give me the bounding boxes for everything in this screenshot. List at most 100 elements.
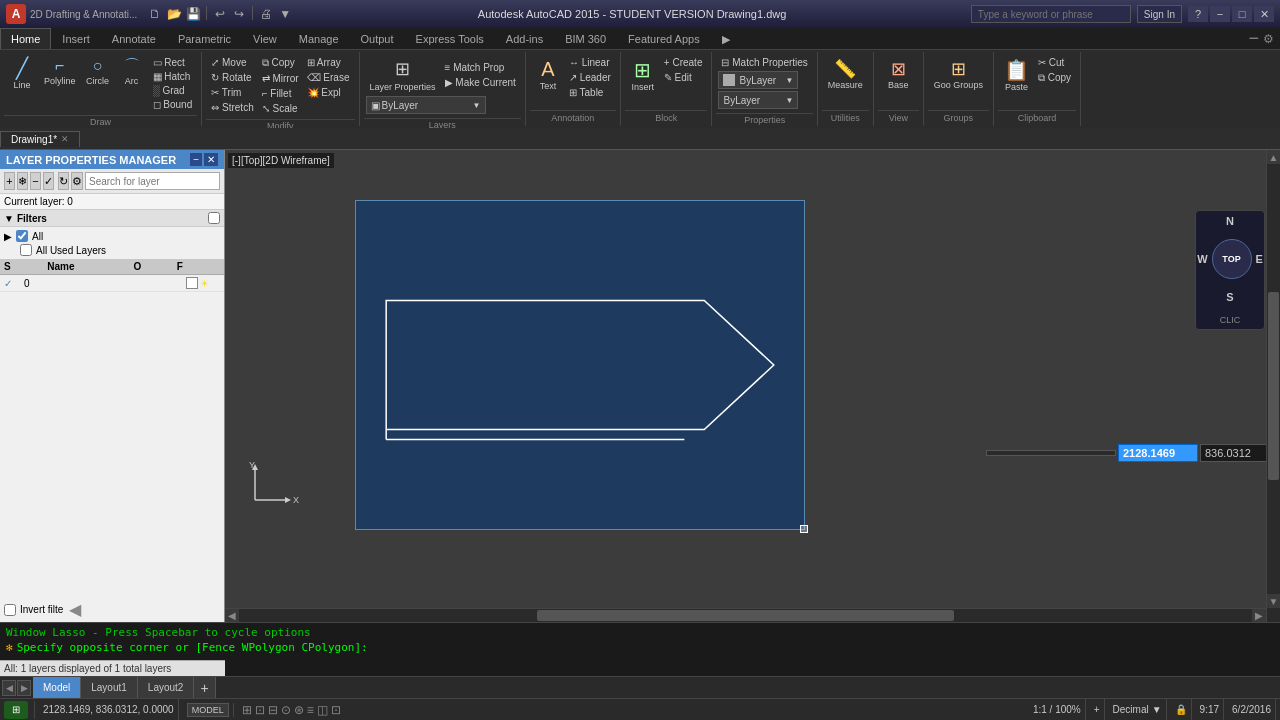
new-frozen-btn[interactable]: ❄ [17, 172, 28, 190]
isolation-icon[interactable]: 🔒 [1171, 699, 1192, 720]
snap-icon[interactable]: ⊞ [242, 703, 252, 717]
copy-clip-button[interactable]: ⧉ Copy [1035, 71, 1074, 85]
leader-button[interactable]: ↗ Leader [566, 71, 614, 84]
ribbon-minimize-icon[interactable]: − [1248, 28, 1259, 49]
set-current-btn[interactable]: ✓ [43, 172, 54, 190]
horizontal-scrollbar[interactable]: ◀ ▶ [225, 608, 1266, 622]
model-btn[interactable]: MODEL [187, 703, 229, 717]
title-search-input[interactable] [971, 5, 1131, 23]
open-icon[interactable]: 📂 [166, 6, 182, 22]
layout-tab-1[interactable]: Layout1 [81, 677, 138, 698]
filters-collapse-icon[interactable]: ▼ [4, 213, 14, 224]
grid-icon[interactable]: ⊡ [255, 703, 265, 717]
plot-icon[interactable]: 🖨 [258, 6, 274, 22]
filter-used-checkbox[interactable] [20, 244, 32, 256]
layer-panel-close[interactable]: ✕ [204, 153, 218, 166]
lineweight-icon[interactable]: ≡ [307, 703, 314, 717]
tab-view[interactable]: View [242, 28, 288, 49]
refresh-btn[interactable]: ↻ [58, 172, 69, 190]
drawing-tab-close[interactable]: ✕ [61, 134, 69, 144]
panel-collapse-btn[interactable]: ◀ [69, 600, 81, 619]
polyline-button[interactable]: ⌐ Polyline [40, 56, 80, 88]
layer-properties-button[interactable]: ⊞ Layer Properties [366, 56, 440, 94]
new-layer-btn[interactable]: + [4, 172, 15, 190]
invert-filter-checkbox[interactable] [4, 604, 16, 616]
tab-manage[interactable]: Manage [288, 28, 350, 49]
compass-toggle-btn[interactable]: CLIC [1220, 315, 1241, 325]
match-properties-button[interactable]: ⊟ Match Properties [718, 56, 810, 69]
tab-addins[interactable]: Add-ins [495, 28, 554, 49]
layout-scroll-left[interactable]: ◀ [2, 680, 16, 696]
explode-button[interactable]: 💥 Expl [304, 86, 353, 99]
mirror-button[interactable]: ⇄ Mirror [259, 72, 302, 85]
arc-button[interactable]: ⌒ Arc [116, 56, 148, 88]
tab-home[interactable]: Home [0, 28, 51, 49]
linetype-dropdown[interactable]: ByLayer ▼ [718, 91, 798, 109]
scroll-down-btn[interactable]: ▼ [1267, 594, 1280, 608]
erase-button[interactable]: ⌫ Erase [304, 71, 353, 84]
dropdown-arrow-icon[interactable]: ▼ [277, 6, 293, 22]
drawing-tab-item[interactable]: Drawing1* ✕ [0, 131, 80, 147]
hatch-button[interactable]: ▦ Hatch [150, 70, 196, 83]
scroll-thumb-h[interactable] [537, 610, 953, 621]
gradient-button[interactable]: ░ Grad [150, 84, 196, 97]
polar-icon[interactable]: ⊙ [281, 703, 291, 717]
text-button[interactable]: A Text [532, 56, 564, 93]
help-button[interactable]: ? [1188, 6, 1208, 22]
selection-icon[interactable]: ⊡ [331, 703, 341, 717]
delete-layer-btn[interactable]: − [30, 172, 41, 190]
scroll-left-btn[interactable]: ◀ [225, 609, 239, 622]
copy-button[interactable]: ⧉ Copy [259, 56, 302, 70]
undo-icon[interactable]: ↩ [212, 6, 228, 22]
move-button[interactable]: ⤢ Move [208, 56, 256, 69]
drawing-area[interactable]: [-][Top][2D Wireframe] 2128.1469 836.031… [225, 150, 1280, 622]
coord-input-1[interactable]: 2128.1469 [1118, 444, 1198, 462]
match-props-button[interactable]: ≡ Match Prop [442, 61, 519, 74]
scroll-thumb-v[interactable] [1268, 292, 1279, 481]
vertical-scrollbar[interactable]: ▲ ▼ [1266, 150, 1280, 622]
tab-parametric[interactable]: Parametric [167, 28, 242, 49]
tab-more[interactable]: ▶ [711, 28, 741, 49]
osnap-icon[interactable]: ⊛ [294, 703, 304, 717]
paste-button[interactable]: 📋 Paste [1000, 56, 1033, 94]
circle-button[interactable]: ○ Circle [82, 56, 114, 88]
scale-button[interactable]: ⤡ Scale [259, 102, 302, 115]
boundary-button[interactable]: ◻ Bound [150, 98, 196, 111]
make-current-button[interactable]: ▶ Make Current [442, 76, 519, 89]
filter-all-checkbox[interactable] [16, 230, 28, 242]
create-button[interactable]: + Create [661, 56, 706, 69]
close-button[interactable]: ✕ [1254, 6, 1274, 22]
measure-button[interactable]: 📏 Measure [824, 56, 867, 92]
filters-checkbox[interactable] [208, 212, 220, 224]
tab-bim360[interactable]: BIM 360 [554, 28, 617, 49]
tab-featured-apps[interactable]: Featured Apps [617, 28, 711, 49]
minimize-button[interactable]: − [1210, 6, 1230, 22]
linear-button[interactable]: ↔ Linear [566, 56, 614, 69]
rectangle-button[interactable]: ▭ Rect [150, 56, 196, 69]
scroll-up-btn[interactable]: ▲ [1267, 150, 1280, 164]
filter-all[interactable]: ▶ All [4, 229, 220, 243]
table-button[interactable]: ⊞ Table [566, 86, 614, 99]
layout-tab-model[interactable]: Model [33, 677, 81, 698]
layout-scroll-right[interactable]: ▶ [17, 680, 31, 696]
layout-tab-add[interactable]: + [194, 677, 215, 698]
line-button[interactable]: ╱ Line [6, 56, 38, 92]
layout-tab-2[interactable]: Layout2 [138, 677, 195, 698]
array-button[interactable]: ⊞ Array [304, 56, 353, 69]
layer-item-0[interactable]: ✓ 0 ☀ [0, 275, 224, 292]
groups-button[interactable]: ⊞ Goo Groups [930, 56, 987, 92]
tab-insert[interactable]: Insert [51, 28, 101, 49]
tab-output[interactable]: Output [350, 28, 405, 49]
insert-button[interactable]: ⊞ Insert [627, 56, 659, 94]
layer-panel-minimize[interactable]: − [190, 153, 202, 166]
ortho-icon[interactable]: ⊟ [268, 703, 278, 717]
fillet-button[interactable]: ⌐ Fillet [259, 87, 302, 100]
color-dropdown[interactable]: ByLayer ▼ [718, 71, 798, 89]
redo-icon[interactable]: ↪ [231, 6, 247, 22]
ribbon-settings-icon[interactable]: ⚙ [1263, 32, 1274, 46]
maximize-button[interactable]: □ [1232, 6, 1252, 22]
transparency-icon[interactable]: ◫ [317, 703, 328, 717]
stretch-button[interactable]: ⇔ Stretch [208, 101, 256, 114]
tab-express-tools[interactable]: Express Tools [405, 28, 495, 49]
sign-in-button[interactable]: Sign In [1137, 5, 1182, 23]
